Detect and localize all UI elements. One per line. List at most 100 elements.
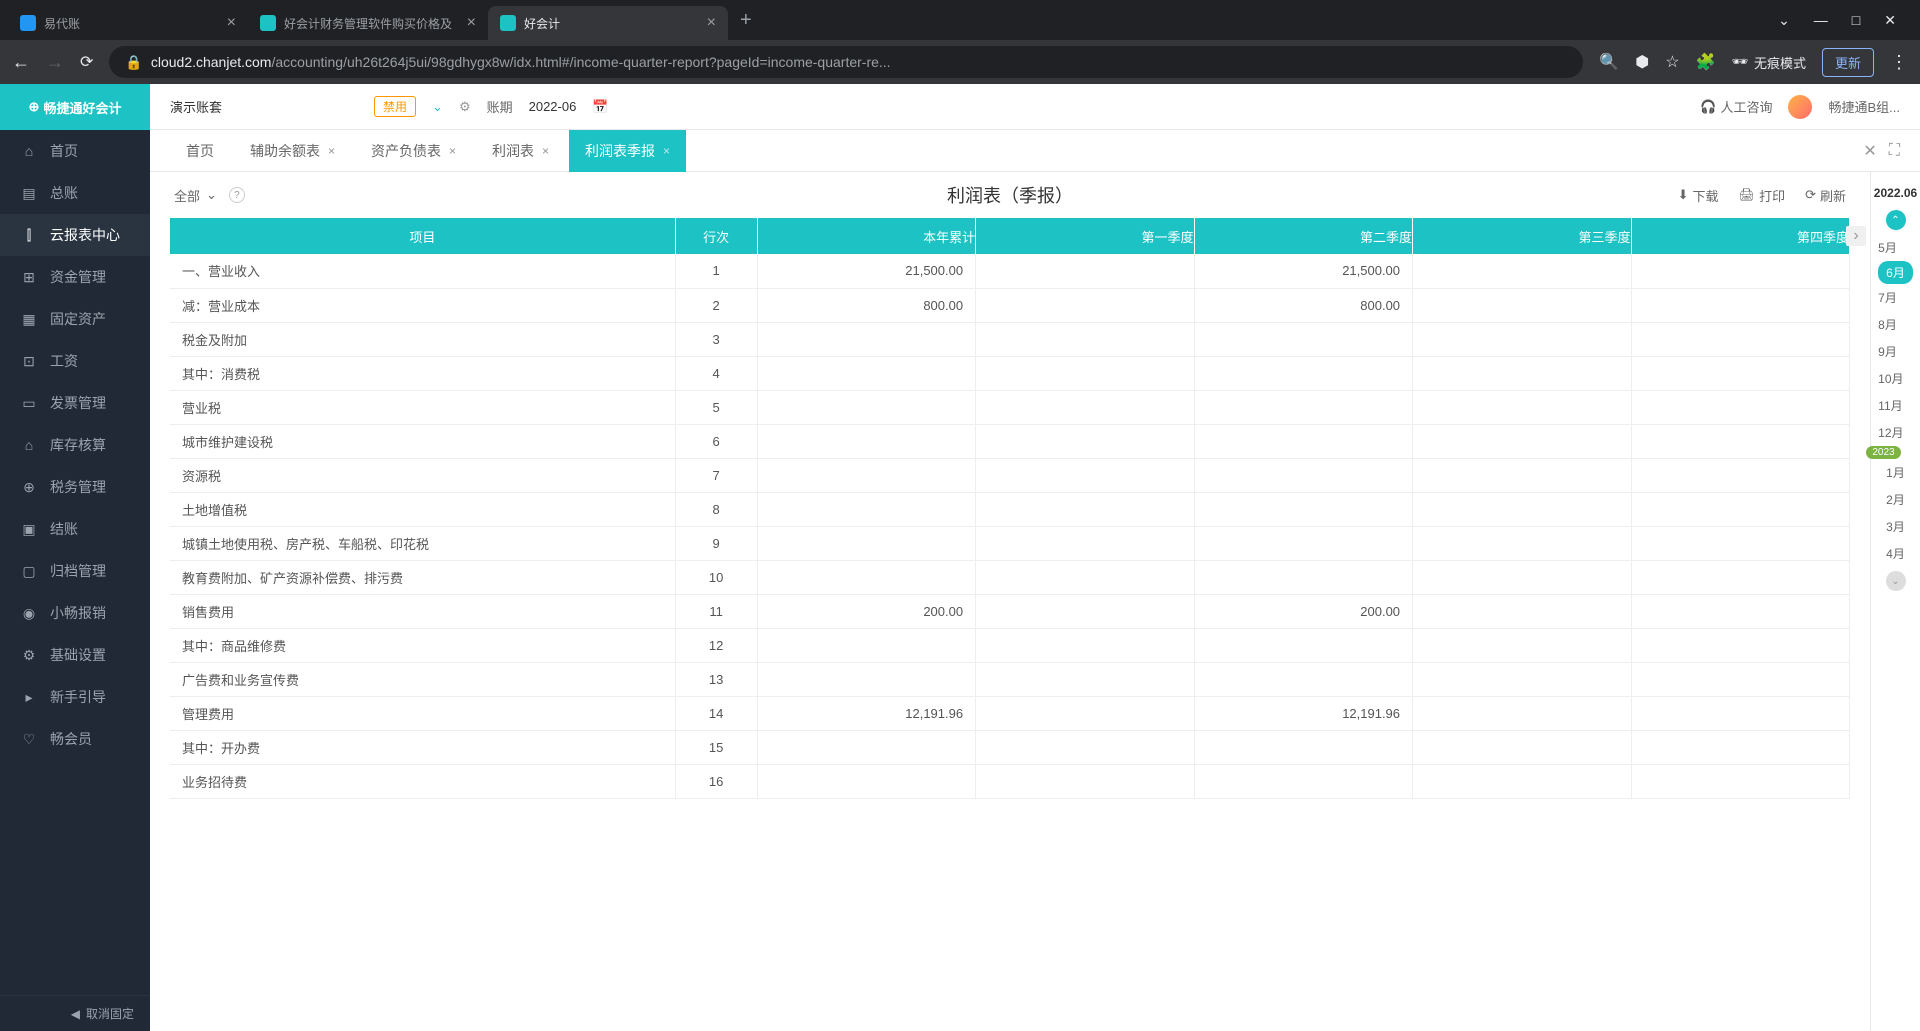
tab-close-icon[interactable]: ×	[449, 144, 456, 158]
table-row[interactable]: 营业税 5	[170, 390, 1850, 424]
sidebar-item-9[interactable]: ▣结账	[0, 508, 150, 550]
timeline-up[interactable]: ⌃	[1886, 210, 1906, 230]
extension-icon[interactable]: ⬢	[1635, 52, 1649, 72]
sidebar-item-4[interactable]: ▦固定资产	[0, 298, 150, 340]
tab-close-icon[interactable]: ×	[542, 144, 549, 158]
fullscreen-icon[interactable]: ⛶	[1889, 142, 1900, 160]
page-tab-2[interactable]: 资产负债表×	[355, 130, 472, 172]
sidebar-item-11[interactable]: ◉小畅报销	[0, 592, 150, 634]
user-avatar[interactable]	[1788, 95, 1812, 119]
new-tab-button[interactable]: +	[728, 9, 764, 32]
timeline-month[interactable]: 3月	[1886, 513, 1905, 540]
table-row[interactable]: 管理费用 14 12,191.96 12,191.96	[170, 696, 1850, 730]
logo[interactable]: ⊕ 畅捷通好会计	[0, 84, 150, 130]
refresh-button[interactable]: ⟳ 刷新	[1805, 186, 1846, 205]
table-row[interactable]: 减：营业成本 2 800.00 800.00	[170, 288, 1850, 322]
tab-close-icon[interactable]: ×	[663, 144, 670, 158]
page-tab-4[interactable]: 利润表季报×	[569, 130, 686, 172]
timeline-month[interactable]: 10月	[1878, 365, 1913, 392]
sidebar-item-0[interactable]: ⌂首页	[0, 130, 150, 172]
table-header-4: 第二季度	[1194, 218, 1412, 254]
sidebar-item-5[interactable]: ⊡工资	[0, 340, 150, 382]
table-row[interactable]: 资源税 7	[170, 458, 1850, 492]
sidebar-item-2[interactable]: ⫿云报表中心	[0, 214, 150, 256]
sidebar-item-7[interactable]: ⌂库存核算	[0, 424, 150, 466]
sidebar-item-14[interactable]: ♡畅会员	[0, 718, 150, 760]
sidebar-icon: ▣	[20, 520, 38, 538]
table-row[interactable]: 其中：开办费 15	[170, 730, 1850, 764]
expand-columns[interactable]: ›	[1846, 226, 1866, 246]
timeline-month[interactable]: 11月	[1878, 392, 1913, 419]
browser-tab-2[interactable]: 好会计 ×	[488, 6, 728, 40]
sidebar-item-12[interactable]: ⚙基础设置	[0, 634, 150, 676]
toolbar: 全部 ⌄ ? 利润表（季报） ⬇ 下载 🖨 打印	[150, 172, 1870, 218]
maximize-icon[interactable]: □	[1852, 12, 1860, 29]
support-link[interactable]: 🎧 人工咨询	[1700, 97, 1772, 116]
update-button[interactable]: 更新	[1822, 48, 1874, 77]
timeline-month[interactable]: 5月	[1878, 234, 1913, 261]
table-row[interactable]: 广告费和业务宣传费 13	[170, 662, 1850, 696]
table-row[interactable]: 销售费用 11 200.00 200.00	[170, 594, 1850, 628]
calendar-icon[interactable]: 📅	[592, 99, 608, 115]
timeline-down[interactable]: ⌄	[1886, 571, 1906, 591]
tab-close-icon[interactable]: ×	[707, 14, 716, 32]
settings-icon[interactable]: ⚙	[459, 99, 471, 115]
timeline-month[interactable]: 4月	[1886, 540, 1905, 567]
table-row[interactable]: 业务招待费 16	[170, 764, 1850, 798]
tab-close-icon[interactable]: ×	[467, 14, 476, 32]
table-row[interactable]: 其中：消费税 4	[170, 356, 1850, 390]
zoom-icon[interactable]: 🔍	[1599, 52, 1619, 72]
star-icon[interactable]: ☆	[1665, 52, 1679, 72]
timeline-month[interactable]: 8月	[1878, 311, 1913, 338]
timeline-month[interactable]: 12月	[1878, 419, 1913, 446]
sidebar-item-1[interactable]: ▤总账	[0, 172, 150, 214]
sidebar-item-6[interactable]: ▭发票管理	[0, 382, 150, 424]
user-name[interactable]: 畅捷通B组...	[1828, 97, 1900, 116]
tab-close-icon[interactable]: ×	[328, 144, 335, 158]
table-row[interactable]: 教育费附加、矿产资源补偿费、排污费 10	[170, 560, 1850, 594]
minimize-icon[interactable]: —	[1814, 12, 1828, 29]
help-icon[interactable]: ?	[229, 187, 245, 203]
timeline-month[interactable]: 7月	[1878, 284, 1913, 311]
browser-tab-1[interactable]: 好会计财务管理软件购买价格及 ×	[248, 6, 488, 40]
sidebar-item-8[interactable]: ⊕税务管理	[0, 466, 150, 508]
cell-cumul: 21,500.00	[757, 254, 975, 288]
timeline-month[interactable]: 6月	[1878, 261, 1913, 284]
tab-close-icon[interactable]: ×	[227, 14, 236, 32]
forward-button[interactable]: →	[46, 52, 64, 73]
table-row[interactable]: 税金及附加 3	[170, 322, 1850, 356]
cell-q4	[1631, 424, 1850, 458]
cell-q1	[976, 424, 1194, 458]
extensions-icon[interactable]: 🧩	[1696, 52, 1716, 72]
back-button[interactable]: ←	[12, 52, 30, 73]
close-all-tabs[interactable]: ✕	[1863, 141, 1876, 161]
chevron-down-icon[interactable]: ⌄	[1778, 12, 1790, 29]
timeline-month[interactable]: 9月	[1878, 338, 1913, 365]
menu-button[interactable]: ⋮	[1890, 52, 1908, 73]
page-tab-0[interactable]: 首页	[170, 130, 230, 172]
sidebar-item-10[interactable]: ▢归档管理	[0, 550, 150, 592]
table-row[interactable]: 城镇土地使用税、房产税、车船税、印花税 9	[170, 526, 1850, 560]
table-row[interactable]: 其中：商品维修费 12	[170, 628, 1850, 662]
download-button[interactable]: ⬇ 下载	[1678, 186, 1719, 205]
timeline-month[interactable]: 2月	[1886, 486, 1905, 513]
table-row[interactable]: 一、营业收入 1 21,500.00 21,500.00	[170, 254, 1850, 288]
filter-dropdown[interactable]: 全部 ⌄	[174, 186, 217, 205]
logo-icon: ⊕	[29, 99, 40, 115]
page-tab-3[interactable]: 利润表×	[476, 130, 565, 172]
close-icon[interactable]: ✕	[1884, 12, 1896, 29]
browser-tab-0[interactable]: 易代账 ×	[8, 6, 248, 40]
reload-button[interactable]: ⟳	[80, 52, 93, 72]
sidebar-item-3[interactable]: ⊞资金管理	[0, 256, 150, 298]
table-row[interactable]: 城市维护建设税 6	[170, 424, 1850, 458]
cell-q4	[1631, 526, 1850, 560]
sidebar-icon: ▸	[20, 688, 38, 706]
table-row[interactable]: 土地增值税 8	[170, 492, 1850, 526]
url-bar[interactable]: 🔒 cloud2.chanjet.com/accounting/uh26t264…	[109, 46, 1583, 78]
sidebar-item-13[interactable]: ▸新手引导	[0, 676, 150, 718]
sidebar-unpin[interactable]: ◀ 取消固定	[0, 995, 150, 1031]
account-dropdown[interactable]: ⌄	[432, 99, 443, 115]
page-tab-1[interactable]: 辅助余额表×	[234, 130, 351, 172]
timeline-month[interactable]: 1月	[1886, 459, 1905, 486]
print-button[interactable]: 🖨 打印	[1739, 186, 1786, 205]
